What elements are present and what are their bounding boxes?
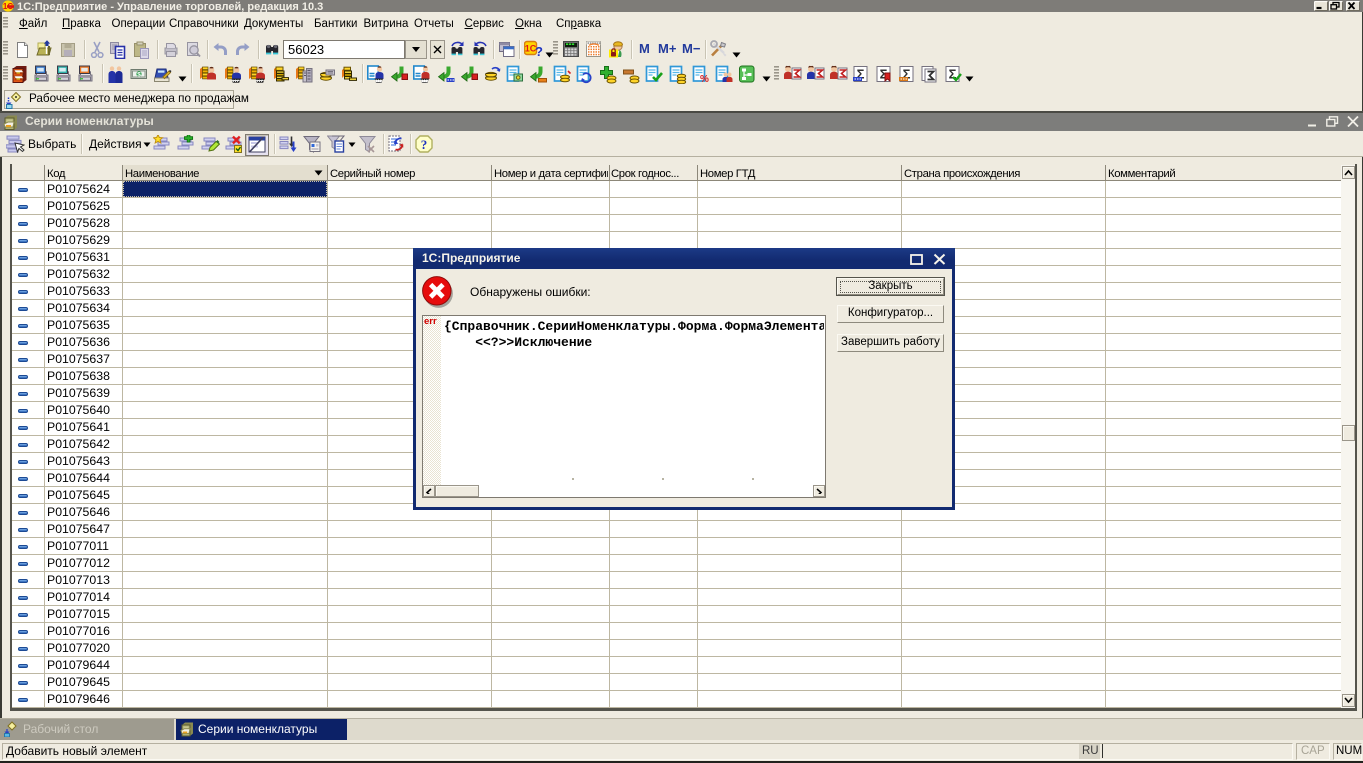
svg-text:?: ? [535,44,543,58]
svg-text:$: $ [137,71,141,78]
svg-text:%: % [700,74,709,84]
svg-text:?: ? [421,137,428,152]
